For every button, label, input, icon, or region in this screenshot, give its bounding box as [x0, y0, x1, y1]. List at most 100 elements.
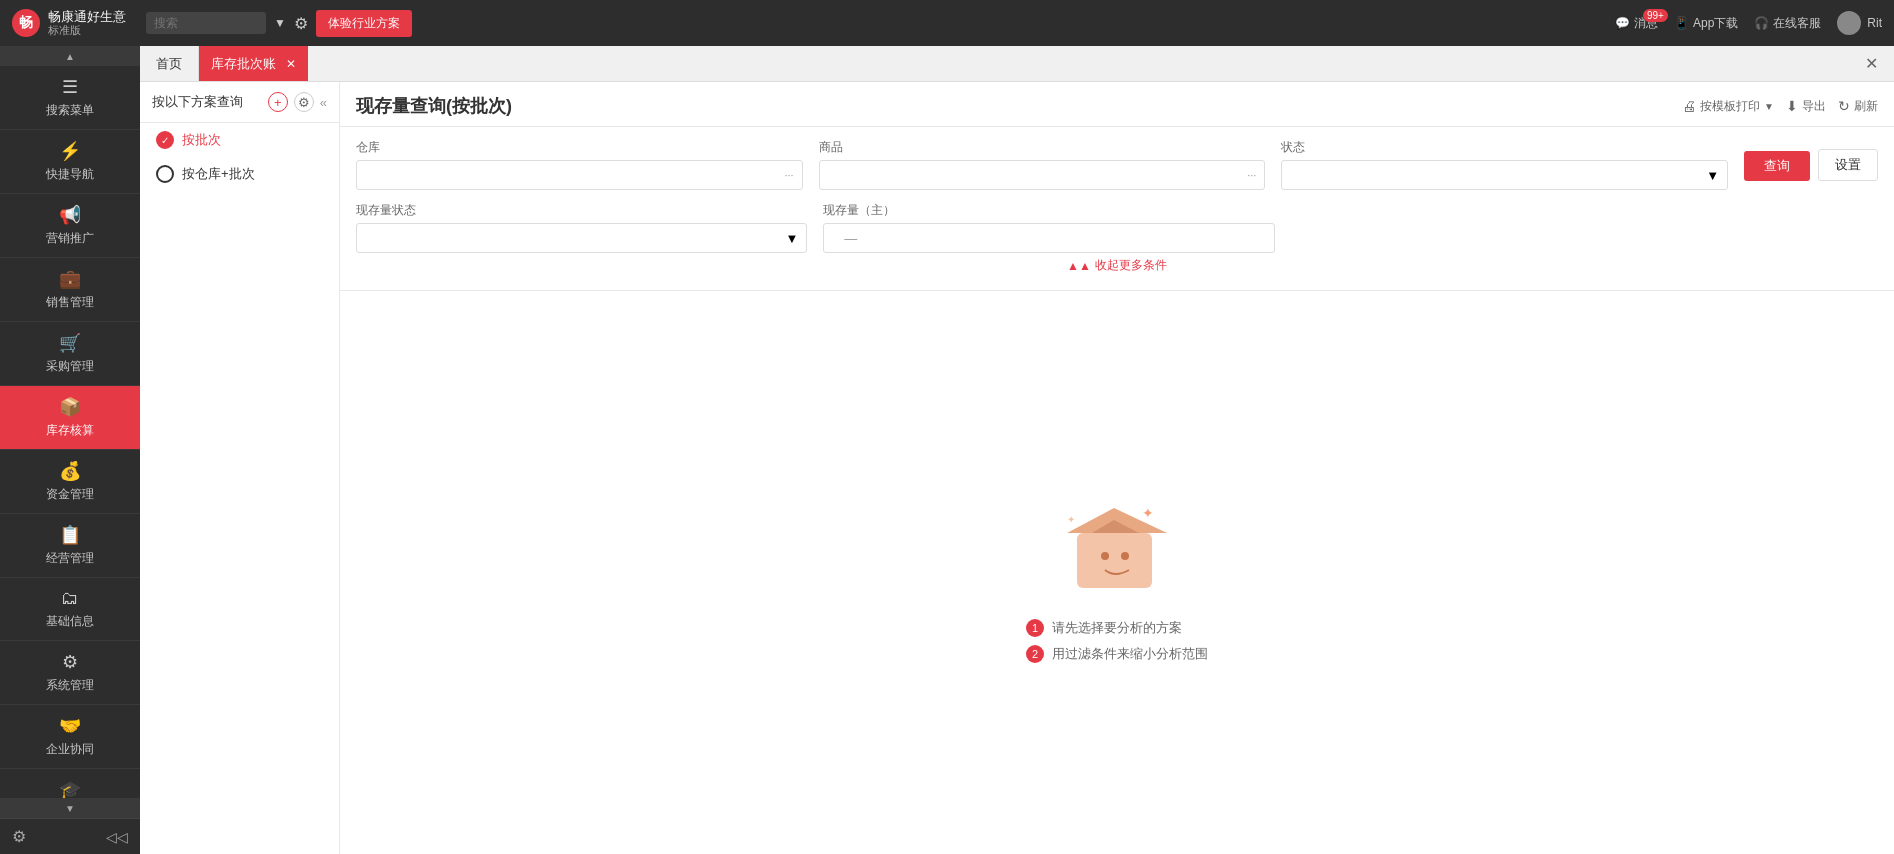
app-title: 畅康通好生意: [48, 9, 126, 25]
inventory-status-field: 现存量状态 ▼: [356, 202, 807, 253]
sidebar-item-search[interactable]: ☰ 搜索菜单: [0, 66, 140, 130]
gear-small-icon: ⚙: [298, 95, 310, 110]
settings-icon[interactable]: ⚙: [294, 14, 308, 33]
sidebar-item-label: 销售管理: [46, 294, 94, 311]
chevron-down-icon: ▼: [785, 231, 798, 246]
filter-add-button[interactable]: +: [268, 92, 288, 112]
sidebar-item-label: 经营管理: [46, 550, 94, 567]
online-service-button[interactable]: 🎧 在线客服: [1754, 15, 1821, 32]
message-badge: 99+: [1643, 9, 1668, 22]
sidebar-scroll-down[interactable]: ▼: [0, 798, 140, 818]
page-title: 现存量查询(按批次): [356, 94, 512, 118]
topbar-right: 💬 消息 99+ 📱 App下载 🎧 在线客服 Rit: [1615, 11, 1882, 35]
sidebar-item-basic[interactable]: 🗂 基础信息: [0, 578, 140, 641]
headset-icon: 🎧: [1754, 16, 1769, 30]
search-actions: 查询 设置: [1744, 149, 1878, 181]
inventory-status-input[interactable]: ▼: [356, 223, 807, 253]
app-download-label: App下载: [1693, 15, 1738, 32]
enterprise-icon: 🤝: [59, 715, 81, 737]
sidebar-item-finance[interactable]: 💰 资金管理: [0, 450, 140, 514]
product-input[interactable]: ···: [819, 160, 1266, 190]
status-dropdown[interactable]: ▼: [1290, 168, 1719, 183]
inventory-icon: 📦: [59, 396, 81, 418]
tab-home[interactable]: 首页: [140, 46, 199, 81]
warehouse-more-icon[interactable]: ···: [785, 169, 794, 181]
user-name: Rit: [1867, 16, 1882, 30]
sidebar-scroll-up[interactable]: ▲: [0, 46, 140, 66]
topbar-dropdown[interactable]: ▼: [274, 16, 286, 30]
product-more-icon[interactable]: ···: [1247, 169, 1256, 181]
sidebar-item-guide[interactable]: 🎓 新手引导: [0, 769, 140, 798]
filter-item-by-warehouse-batch[interactable]: 按仓库+批次: [140, 157, 339, 191]
print-label: 按模板打印: [1700, 98, 1760, 115]
online-service-label: 在线客服: [1773, 15, 1821, 32]
status-input[interactable]: ▼: [1281, 160, 1728, 190]
lightning-icon: ⚡: [59, 140, 81, 162]
empty-tip-1: 1 请先选择要分析的方案: [1026, 619, 1208, 637]
print-dropdown-icon[interactable]: ▼: [1764, 101, 1774, 112]
refresh-button[interactable]: ↻ 刷新: [1838, 98, 1878, 115]
export-icon: ⬇: [1786, 98, 1798, 114]
filter-collapse-button[interactable]: «: [320, 95, 327, 110]
system-icon: ⚙: [62, 651, 78, 673]
sidebar-item-quick-nav[interactable]: ⚡ 快捷导航: [0, 130, 140, 194]
export-button[interactable]: ⬇ 导出: [1786, 98, 1826, 115]
search-area: 仓库 ··· 商品 ···: [340, 127, 1894, 291]
query-button[interactable]: 查询: [1744, 151, 1810, 181]
search-icon: ☰: [62, 76, 78, 98]
message-button[interactable]: 💬 消息 99+: [1615, 15, 1658, 32]
tab-close-icon[interactable]: ✕: [286, 57, 296, 71]
svg-rect-0: [1077, 533, 1152, 588]
column-settings-button[interactable]: 设置: [1818, 149, 1878, 181]
sidebar-gear-icon[interactable]: ⚙: [12, 827, 26, 846]
svg-point-3: [1101, 552, 1109, 560]
inventory-qty-input[interactable]: —: [823, 223, 1274, 253]
filter-item-by-batch[interactable]: ✓ 按批次: [140, 123, 339, 157]
dash: —: [844, 231, 857, 246]
sidebar-item-inventory[interactable]: 📦 库存核算: [0, 386, 140, 450]
warehouse-label: 仓库: [356, 139, 803, 156]
sidebar-item-operations[interactable]: 📋 经营管理: [0, 514, 140, 578]
sidebar-item-system[interactable]: ⚙ 系统管理: [0, 641, 140, 705]
app-download-icon: 📱: [1674, 16, 1689, 30]
filter-settings-button[interactable]: ⚙: [294, 92, 314, 112]
tab-home-label: 首页: [156, 55, 182, 73]
warehouse-input[interactable]: ···: [356, 160, 803, 190]
topbar: 畅 畅康通好生意 标准版 ▼ ⚙ 体验行业方案 💬 消息 99+ 📱 App下载…: [0, 0, 1894, 46]
tip-num-1: 1: [1026, 619, 1044, 637]
user-avatar-area[interactable]: Rit: [1837, 11, 1882, 35]
sidebar-item-marketing[interactable]: 📢 营销推广: [0, 194, 140, 258]
collapse-more-button[interactable]: ▲▲ 收起更多条件: [356, 253, 1878, 278]
topbar-search-input[interactable]: [146, 12, 266, 34]
tip-2-text: 用过滤条件来缩小分析范围: [1052, 645, 1208, 663]
app-download-button[interactable]: 📱 App下载: [1674, 15, 1738, 32]
empty-tip-2: 2 用过滤条件来缩小分析范围: [1026, 645, 1208, 663]
sidebar-items: ☰ 搜索菜单 ⚡ 快捷导航 📢 营销推广 💼 销售管理 🛒 采购管理 📦 库: [0, 66, 140, 798]
page-header: 现存量查询(按批次) 🖨 按模板打印 ▼ ⬇ 导出 ↻: [340, 82, 1894, 127]
sidebar-item-purchase[interactable]: 🛒 采购管理: [0, 322, 140, 386]
svg-text:✦: ✦: [1067, 514, 1075, 525]
inventory-qty-label: 现存量（主）: [823, 202, 1274, 219]
sidebar-item-label: 基础信息: [46, 613, 94, 630]
tab-bar-close-button[interactable]: ✕: [1849, 54, 1894, 73]
sidebar-item-sales[interactable]: 💼 销售管理: [0, 258, 140, 322]
empty-illustration: ✦ ✦: [1057, 483, 1177, 603]
sidebar-item-label: 系统管理: [46, 677, 94, 694]
page-header-actions: 🖨 按模板打印 ▼ ⬇ 导出 ↻ 刷新: [1682, 98, 1878, 115]
empty-state: ✦ ✦ 1 请先选择要分析的方案 2 用过滤条件来缩小分析范围: [340, 291, 1894, 854]
sidebar-collapse-icon[interactable]: ◁◁: [106, 829, 128, 845]
inventory-status-dropdown[interactable]: ▼: [365, 231, 798, 246]
content-area: 首页 库存批次账 ✕ ✕ 按以下方案查询 +: [140, 46, 1894, 854]
sidebar: ▲ ☰ 搜索菜单 ⚡ 快捷导航 📢 营销推广 💼 销售管理 🛒 采购管理: [0, 46, 140, 854]
filter-panel-header: 按以下方案查询 + ⚙ «: [140, 82, 339, 123]
tab-batch-account-label: 库存批次账: [211, 55, 276, 73]
sidebar-item-label: 库存核算: [46, 422, 94, 439]
tab-batch-account[interactable]: 库存批次账 ✕: [199, 46, 308, 81]
print-button[interactable]: 🖨 按模板打印 ▼: [1682, 98, 1774, 115]
chevron-down-icon: ▼: [1706, 168, 1719, 183]
sidebar-item-enterprise[interactable]: 🤝 企业协同: [0, 705, 140, 769]
basic-icon: 🗂: [61, 588, 79, 609]
refresh-label: 刷新: [1854, 98, 1878, 115]
trial-button[interactable]: 体验行业方案: [316, 10, 412, 37]
status-label: 状态: [1281, 139, 1728, 156]
